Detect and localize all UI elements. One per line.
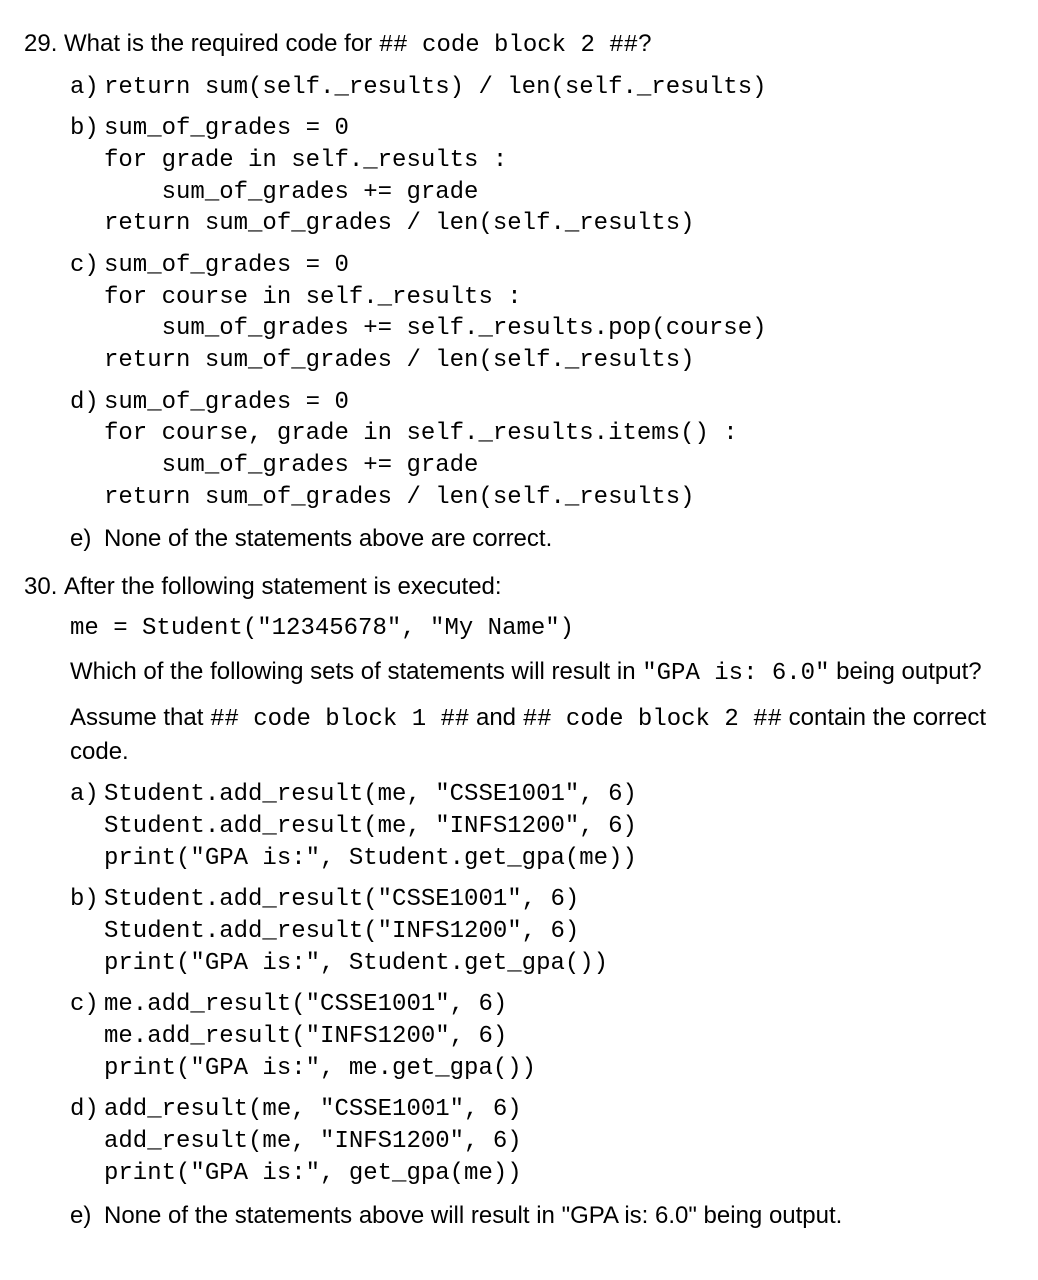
q29-prompt-pre: What is the required code for [64,30,379,57]
q30-mid1-post: being output? [829,658,981,685]
q30-option-d: d) add_result(me, "CSSE1001", 6) add_res… [70,1094,1014,1189]
option-text: None of the statements above are correct… [104,523,1014,555]
q30-statement-code: me = Student("12345678", "My Name") [70,613,1014,645]
q30-mid2-c2: ## code block 2 ## [523,706,782,733]
q30-prompt: 30. After the following statement is exe… [24,571,1014,603]
option-letter: e) [70,1200,104,1232]
option-letter: b) [70,113,104,145]
q29-options: a) return sum(self._results) / len(self.… [70,72,1014,555]
question-29: 29. What is the required code for ## cod… [24,28,1014,555]
q29-prompt-post: ? [638,30,651,57]
q29-option-b: b) sum_of_grades = 0 for grade in self._… [70,113,1014,240]
q29-prompt-code: ## code block 2 ## [379,32,638,59]
option-letter: a) [70,779,104,811]
option-code: add_result(me, "CSSE1001", 6) add_result… [104,1094,1014,1189]
option-text: None of the statements above will result… [104,1200,1014,1232]
q30-mid1-code: "GPA is: 6.0" [642,660,829,687]
q29-option-d: d) sum_of_grades = 0 for course, grade i… [70,387,1014,514]
q30-mid2-pre: Assume that [70,704,210,731]
option-code: sum_of_grades = 0 for course, grade in s… [104,387,1014,514]
q30-mid2-c1: ## code block 1 ## [210,706,469,733]
q30-mid2-mid: and [469,704,522,731]
q29-text: What is the required code for ## code bl… [64,28,1014,62]
q30-mid1-pre: Which of the following sets of statement… [70,658,642,685]
option-code: Student.add_result("CSSE1001", 6) Studen… [104,884,1014,979]
option-letter: d) [70,387,104,419]
option-letter: e) [70,523,104,555]
q29-prompt: 29. What is the required code for ## cod… [24,28,1014,62]
option-code: sum_of_grades = 0 for course in self._re… [104,250,1014,377]
option-letter: c) [70,989,104,1021]
q29-option-a: a) return sum(self._results) / len(self.… [70,72,1014,104]
q30-option-b: b) Student.add_result("CSSE1001", 6) Stu… [70,884,1014,979]
q29-option-c: c) sum_of_grades = 0 for course in self.… [70,250,1014,377]
q29-option-e: e) None of the statements above are corr… [70,523,1014,555]
q30-mid1: Which of the following sets of statement… [70,656,1014,690]
q30-option-a: a) Student.add_result(me, "CSSE1001", 6)… [70,779,1014,874]
option-letter: c) [70,250,104,282]
q30-mid2: Assume that ## code block 1 ## and ## co… [70,702,1014,767]
question-30: 30. After the following statement is exe… [24,571,1014,1231]
option-code: return sum(self._results) / len(self._re… [104,72,1014,104]
option-letter: d) [70,1094,104,1126]
q30-text: After the following statement is execute… [64,571,1014,603]
option-code: sum_of_grades = 0 for grade in self._res… [104,113,1014,240]
q29-number: 29. [24,28,64,62]
option-code: Student.add_result(me, "CSSE1001", 6) St… [104,779,1014,874]
option-letter: b) [70,884,104,916]
q30-option-e: e) None of the statements above will res… [70,1200,1014,1232]
q30-option-c: c) me.add_result("CSSE1001", 6) me.add_r… [70,989,1014,1084]
q30-number: 30. [24,571,64,603]
option-code: me.add_result("CSSE1001", 6) me.add_resu… [104,989,1014,1084]
q30-options: a) Student.add_result(me, "CSSE1001", 6)… [70,779,1014,1231]
option-letter: a) [70,72,104,104]
